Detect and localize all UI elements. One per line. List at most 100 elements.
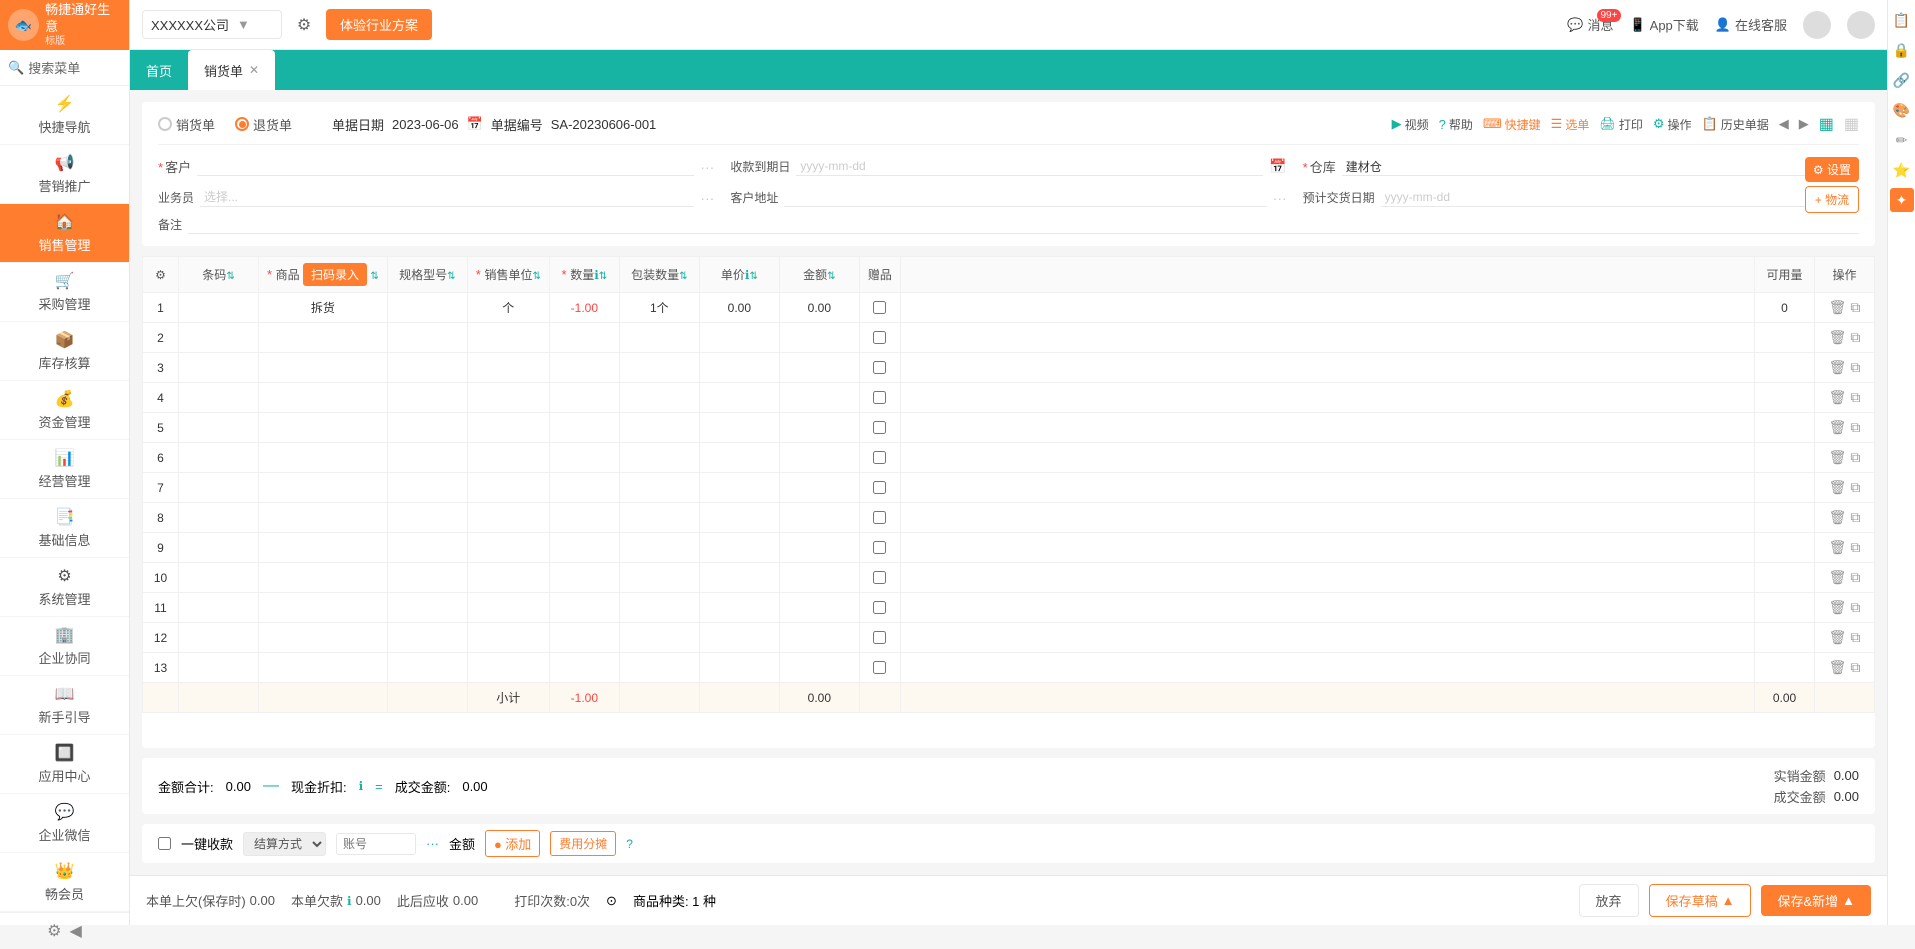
col-settings[interactable]: ⚙ (143, 257, 179, 293)
overdue-info-icon[interactable]: ℹ (347, 894, 352, 908)
sidebar-item-member[interactable]: 👑 畅会员 (0, 853, 129, 912)
sidebar-item-operations[interactable]: 📊 经营管理 (0, 440, 129, 499)
account-input[interactable] (336, 833, 416, 855)
row-copy-icon[interactable]: ⧉ (1850, 599, 1860, 616)
row-barcode[interactable] (179, 473, 259, 503)
scan-btn[interactable]: 扫码录入 (303, 263, 367, 286)
customer-addr-input[interactable] (784, 188, 1266, 207)
salesperson-dots[interactable]: ··· (700, 190, 714, 206)
row-copy-icon[interactable]: ⧉ (1850, 659, 1860, 676)
sidebar-settings-icon[interactable]: ⚙ (47, 921, 61, 941)
row-barcode[interactable] (179, 413, 259, 443)
select-btn[interactable]: ☰ 选单 (1551, 116, 1590, 133)
payment-date-input[interactable] (796, 157, 1263, 176)
calc-method-select[interactable]: 结算方式 (243, 832, 326, 856)
row-gift[interactable] (859, 293, 900, 323)
print-btn[interactable]: 🖨 打印 (1599, 116, 1643, 133)
row-gift[interactable] (859, 473, 900, 503)
help-btn[interactable]: ? 帮助 (1439, 116, 1473, 133)
row-gift[interactable] (859, 383, 900, 413)
row-barcode[interactable] (179, 293, 259, 323)
nav-next-icon[interactable]: ▶ (1799, 116, 1809, 132)
shortcut-btn[interactable]: ⌨ 快捷键 (1483, 116, 1541, 133)
customer-dots[interactable]: ··· (700, 159, 714, 175)
row-gift[interactable] (859, 533, 900, 563)
row-delete-icon[interactable]: 🗑 (1829, 389, 1847, 406)
doc-type-sales[interactable]: 销货单 (158, 115, 215, 134)
payment-dots[interactable]: ··· (426, 836, 439, 851)
row-gift[interactable] (859, 323, 900, 353)
trial-btn[interactable]: 体验行业方案 (326, 9, 432, 40)
customer-addr-dots[interactable]: ··· (1273, 190, 1287, 206)
row-delete-icon[interactable]: 🗑 (1829, 629, 1847, 646)
row-gift[interactable] (859, 413, 900, 443)
nav-prev-icon[interactable]: ◀ (1779, 116, 1789, 132)
right-panel-color-btn[interactable]: 🎨 (1890, 98, 1914, 122)
row-gift[interactable] (859, 353, 900, 383)
video-btn[interactable]: ▶ 视频 (1392, 116, 1429, 133)
row-copy-icon[interactable]: ⧉ (1850, 569, 1860, 586)
row-copy-icon[interactable]: ⧉ (1850, 629, 1860, 646)
remarks-input[interactable] (188, 215, 1859, 234)
delivery-date-input[interactable] (1381, 188, 1836, 207)
avatar-2[interactable] (1847, 11, 1875, 39)
row-delete-icon[interactable]: 🗑 (1829, 569, 1847, 586)
list-view-icon[interactable]: ▦ (1819, 114, 1834, 134)
row-gift[interactable] (859, 653, 900, 683)
row-delete-icon[interactable]: 🗑 (1829, 539, 1847, 556)
tab-home[interactable]: 首页 (130, 50, 188, 90)
row-delete-icon[interactable]: 🗑 (1829, 449, 1847, 466)
logistics-btn[interactable]: + 物流 (1805, 186, 1859, 213)
sidebar-item-enterprise[interactable]: 🏢 企业协同 (0, 617, 129, 676)
discard-btn[interactable]: 放弃 (1579, 884, 1639, 917)
sidebar-item-quick-nav[interactable]: ⚡ 快捷导航 (0, 86, 129, 145)
sidebar-item-finance[interactable]: 💰 资金管理 (0, 381, 129, 440)
sidebar-search[interactable]: 🔍 搜索菜单 (0, 50, 129, 86)
salesperson-input[interactable] (200, 188, 694, 207)
right-panel-link-btn[interactable]: 🔗 (1890, 68, 1914, 92)
row-barcode[interactable] (179, 653, 259, 683)
avatar[interactable] (1803, 11, 1831, 39)
row-copy-icon[interactable]: ⧉ (1850, 359, 1860, 376)
row-barcode[interactable] (179, 383, 259, 413)
row-copy-icon[interactable]: ⧉ (1850, 539, 1860, 556)
sidebar-item-guide[interactable]: 📖 新手引导 (0, 676, 129, 735)
row-copy-icon[interactable]: ⧉ (1850, 299, 1860, 316)
row-delete-icon[interactable]: 🗑 (1829, 599, 1847, 616)
settings-btn[interactable]: ⚙ 设置 (1805, 157, 1859, 182)
row-gift[interactable] (859, 623, 900, 653)
expense-btn[interactable]: 费用分摊 (550, 831, 616, 856)
sidebar-item-basic-info[interactable]: 📑 基础信息 (0, 499, 129, 558)
right-panel-star-btn[interactable]: ⭐ (1890, 158, 1914, 182)
right-panel-notes-btn[interactable]: 📋 (1890, 8, 1914, 32)
row-barcode[interactable] (179, 503, 259, 533)
row-gift[interactable] (859, 503, 900, 533)
discount-info-icon[interactable]: ℹ (359, 779, 364, 793)
history-btn[interactable]: 📋 历史单据 (1702, 116, 1769, 133)
warehouse-input[interactable] (1342, 157, 1839, 176)
topbar-gear-btn[interactable]: ⚙ (290, 11, 318, 39)
sidebar-item-marketing[interactable]: 📢 营销推广 (0, 145, 129, 204)
row-copy-icon[interactable]: ⧉ (1850, 419, 1860, 436)
row-delete-icon[interactable]: 🗑 (1829, 419, 1847, 436)
row-copy-icon[interactable]: ⧉ (1850, 329, 1860, 346)
row-delete-icon[interactable]: 🗑 (1829, 299, 1847, 316)
row-delete-icon[interactable]: 🗑 (1829, 479, 1847, 496)
row-barcode[interactable] (179, 323, 259, 353)
company-selector[interactable]: XXXXXX公司 ▼ (142, 10, 282, 39)
sidebar-item-app-center[interactable]: 🔲 应用中心 (0, 735, 129, 794)
customer-input[interactable] (197, 157, 694, 176)
calendar-icon[interactable]: 📅 (467, 116, 483, 132)
ops-btn[interactable]: ⚙ 操作 (1653, 116, 1692, 133)
app-download-btn[interactable]: 📱 App下载 (1629, 15, 1698, 34)
sidebar-item-purchase[interactable]: 🛒 采购管理 (0, 263, 129, 322)
sidebar-item-inventory[interactable]: 📦 库存核算 (0, 322, 129, 381)
right-panel-lock-btn[interactable]: 🔒 (1890, 38, 1914, 62)
row-barcode[interactable] (179, 563, 259, 593)
one-click-payment-checkbox[interactable] (158, 837, 171, 850)
right-panel-orange-btn[interactable]: ✦ (1890, 188, 1914, 212)
doc-type-return[interactable]: 退货单 (235, 115, 292, 134)
add-payment-btn[interactable]: ● 添加 (485, 830, 540, 857)
save-draft-btn[interactable]: 保存草稿 ▲ (1649, 884, 1752, 917)
row-barcode[interactable] (179, 593, 259, 623)
